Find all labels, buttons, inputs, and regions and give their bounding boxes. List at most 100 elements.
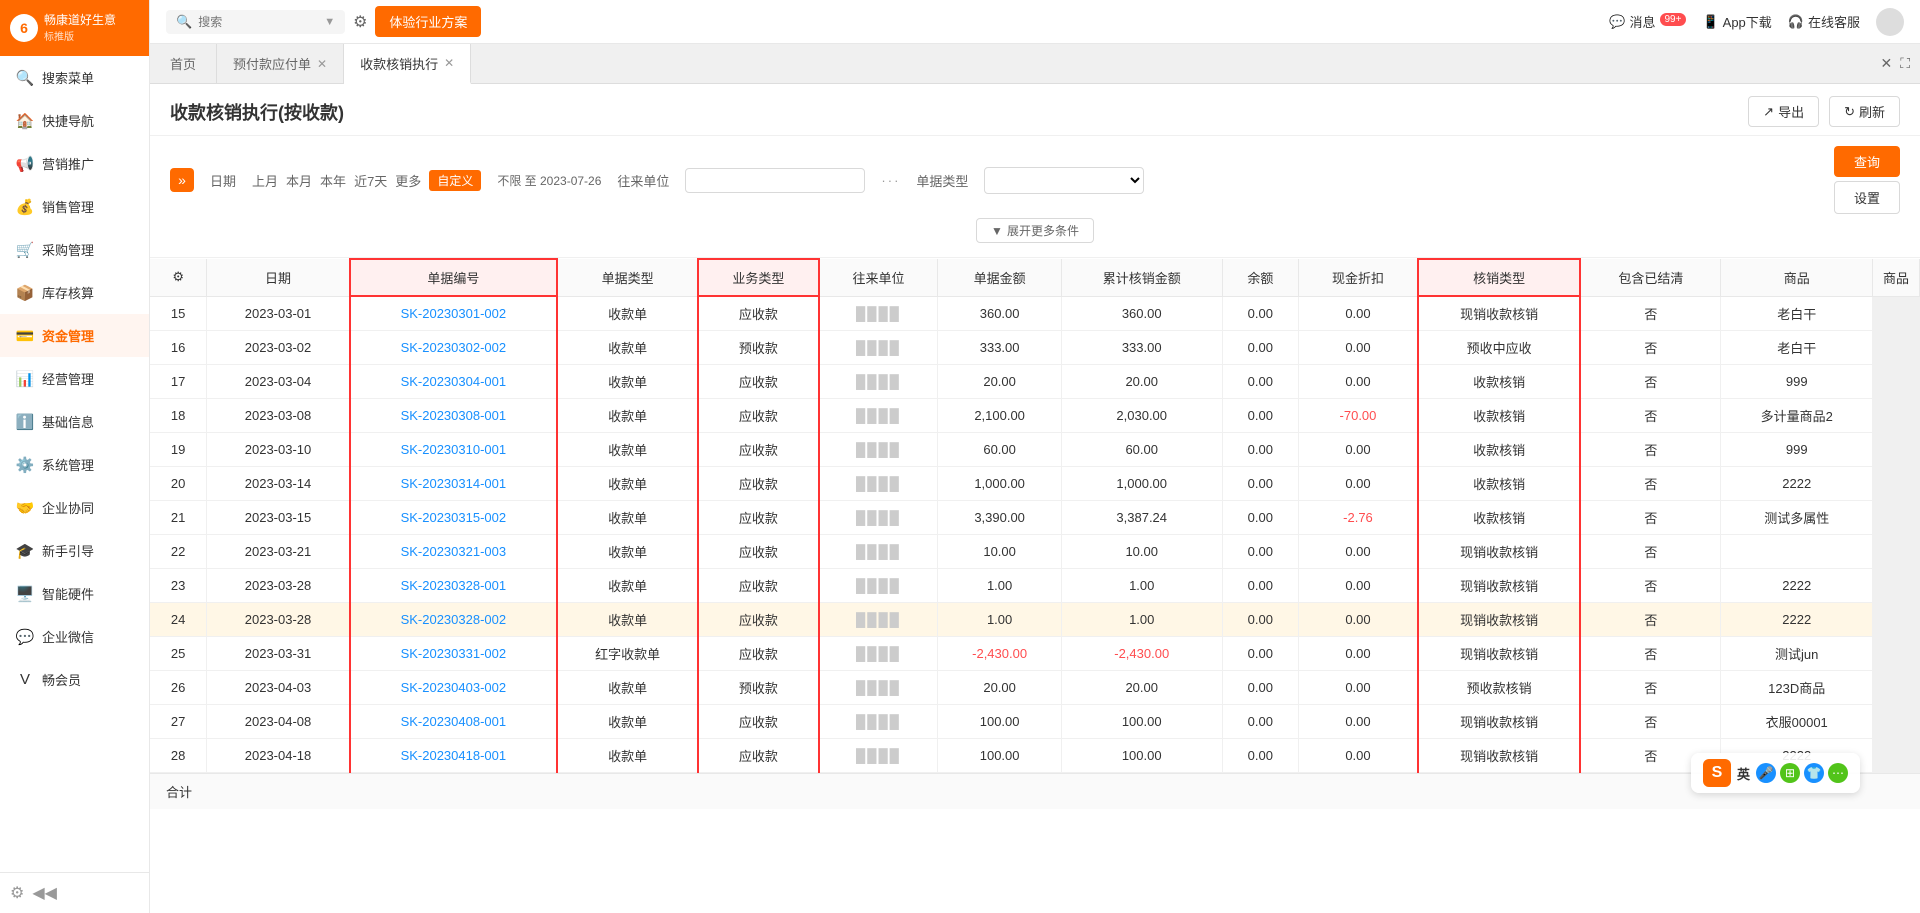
- cell-goods2: [1872, 365, 1919, 399]
- date-7days-link[interactable]: 近7天: [354, 171, 387, 190]
- sidebar-item-sales[interactable]: 💰 销售管理: [0, 185, 149, 228]
- cell-doc-type: 收款单: [557, 467, 698, 501]
- sidebar-item-basic[interactable]: ℹ️ 基础信息: [0, 400, 149, 443]
- cell-doc-no[interactable]: SK-20230308-001: [350, 399, 557, 433]
- sidebar-item-corp[interactable]: 🤝 企业协同: [0, 486, 149, 529]
- cell-goods2: [1872, 603, 1919, 637]
- refresh-button[interactable]: ↻ 刷新: [1829, 96, 1900, 127]
- message-item[interactable]: 💬 消息 99+: [1609, 12, 1686, 31]
- collapse-icon[interactable]: ◀◀: [32, 883, 57, 903]
- tab-home[interactable]: 首页: [150, 44, 217, 83]
- filter-ellipsis[interactable]: ···: [881, 173, 900, 188]
- cell-no: 16: [150, 331, 207, 365]
- cell-doc-no[interactable]: SK-20230314-001: [350, 467, 557, 501]
- cell-doc-no[interactable]: SK-20230418-001: [350, 739, 557, 773]
- cell-discount: 0.00: [1299, 467, 1418, 501]
- sidebar-item-finance[interactable]: 💳 资金管理: [0, 314, 149, 357]
- query-button[interactable]: 查询: [1834, 146, 1900, 177]
- export-button[interactable]: ↗ 导出: [1748, 96, 1819, 127]
- date-this-month-link[interactable]: 本月: [286, 171, 312, 190]
- date-this-year-link[interactable]: 本年: [320, 171, 346, 190]
- sidebar-item-sales-label: 销售管理: [42, 197, 94, 216]
- tab-prepay[interactable]: 预付款应付单 ✕: [217, 44, 344, 83]
- topbar-search-input[interactable]: [198, 15, 318, 29]
- topbar-gear-icon[interactable]: ⚙: [353, 12, 367, 32]
- more-icon[interactable]: ⋯: [1828, 763, 1848, 783]
- col-settings[interactable]: ⚙: [150, 259, 207, 296]
- cell-amount: 2,100.00: [938, 399, 1061, 433]
- sidebar-item-search-label: 搜索菜单: [42, 68, 94, 87]
- app-download-item[interactable]: 📱 App下载: [1702, 12, 1771, 31]
- cell-balance: 0.00: [1222, 603, 1298, 637]
- sidebar-item-inventory-label: 库存核算: [42, 283, 94, 302]
- cell-doc-no[interactable]: SK-20230321-003: [350, 535, 557, 569]
- industry-solution-button[interactable]: 体验行业方案: [375, 6, 481, 37]
- sidebar-item-search[interactable]: 🔍 搜索菜单: [0, 56, 149, 99]
- cell-settled: 否: [1580, 603, 1721, 637]
- cell-doc-no[interactable]: SK-20230315-002: [350, 501, 557, 535]
- cell-doc-no[interactable]: SK-20230328-001: [350, 569, 557, 603]
- cell-goods2: [1872, 433, 1919, 467]
- sidebar-item-quicknav[interactable]: 🏠 快捷导航: [0, 99, 149, 142]
- cell-doc-no[interactable]: SK-20230403-002: [350, 671, 557, 705]
- cell-partner: ████: [819, 331, 938, 365]
- col-cancel-type: 核销类型: [1418, 259, 1580, 296]
- sidebar-item-operation[interactable]: 📊 经营管理: [0, 357, 149, 400]
- cell-cancel-amount: 10.00: [1061, 535, 1222, 569]
- cell-doc-no[interactable]: SK-20230328-002: [350, 603, 557, 637]
- filter-settings-button[interactable]: 设置: [1834, 181, 1900, 214]
- date-last-month-link[interactable]: 上月: [252, 171, 278, 190]
- cell-cancel-amount: 360.00: [1061, 296, 1222, 331]
- sidebar-item-basic-label: 基础信息: [42, 412, 94, 431]
- grid-icon[interactable]: ⊞: [1780, 763, 1800, 783]
- tab-maximize-icon[interactable]: ⛶: [1900, 55, 1910, 72]
- expand-more-button[interactable]: ▼ 展开更多条件: [976, 218, 1094, 243]
- finance-icon: 💳: [16, 327, 34, 345]
- cell-cancel-amount: 1.00: [1061, 569, 1222, 603]
- doc-type-filter-select[interactable]: [984, 167, 1144, 194]
- tab-collection-close-icon[interactable]: ✕: [444, 56, 454, 70]
- sidebar-item-inventory[interactable]: 📦 库存核算: [0, 271, 149, 314]
- cell-doc-no[interactable]: SK-20230301-002: [350, 296, 557, 331]
- cell-cancel-amount: 3,387.24: [1061, 501, 1222, 535]
- sidebar-item-wechat[interactable]: 💬 企业微信: [0, 615, 149, 658]
- sidebar-item-purchase-label: 采购管理: [42, 240, 94, 259]
- topbar-brand: 🔍 ▼ ⚙ 体验行业方案: [166, 6, 1597, 37]
- cell-doc-no[interactable]: SK-20230408-001: [350, 705, 557, 739]
- settings-bottom-icon[interactable]: ⚙: [10, 883, 24, 903]
- sidebar-item-hardware[interactable]: 🖥️ 智能硬件: [0, 572, 149, 615]
- online-service-item[interactable]: 🎧 在线客服: [1788, 12, 1860, 31]
- cell-biz-type: 预收款: [698, 331, 818, 365]
- cell-no: 17: [150, 365, 207, 399]
- partner-filter-input[interactable]: [685, 168, 865, 193]
- tab-close-all-icon[interactable]: ✕: [1880, 55, 1892, 72]
- sidebar-item-finance-label: 资金管理: [42, 326, 94, 345]
- tab-prepay-close-icon[interactable]: ✕: [317, 57, 327, 71]
- date-custom-button[interactable]: 自定义: [429, 170, 481, 191]
- cell-doc-no[interactable]: SK-20230331-002: [350, 637, 557, 671]
- filter-expand-button[interactable]: »: [170, 168, 194, 192]
- sidebar-item-marketing[interactable]: 📢 营销推广: [0, 142, 149, 185]
- table-container[interactable]: ⚙ 日期 单据编号 单据类型 业务类型 往来单位 单据金额 累计核销金额 余额 …: [150, 258, 1920, 913]
- tab-collection[interactable]: 收款核销执行 ✕: [344, 44, 471, 84]
- date-more-link[interactable]: 更多: [395, 171, 421, 190]
- cell-doc-no[interactable]: SK-20230310-001: [350, 433, 557, 467]
- sidebar-item-guide[interactable]: 🎓 新手引导: [0, 529, 149, 572]
- user-avatar[interactable]: [1876, 8, 1904, 36]
- shirt-icon[interactable]: 👕: [1804, 763, 1824, 783]
- date-filter-label: 日期: [210, 171, 236, 190]
- cell-cancel-amount: 1.00: [1061, 603, 1222, 637]
- sidebar-item-member[interactable]: V 畅会员: [0, 658, 149, 701]
- cell-balance: 0.00: [1222, 467, 1298, 501]
- logo-sub: 标推版: [44, 28, 116, 43]
- cell-date: 2023-03-21: [207, 535, 350, 569]
- cell-doc-type: 收款单: [557, 296, 698, 331]
- search-icon: 🔍: [16, 69, 34, 87]
- table-row: 282023-04-18SK-20230418-001收款单应收款████100…: [150, 739, 1920, 773]
- mic-icon[interactable]: 🎤: [1756, 763, 1776, 783]
- cell-doc-no[interactable]: SK-20230302-002: [350, 331, 557, 365]
- sidebar-item-system[interactable]: ⚙️ 系统管理: [0, 443, 149, 486]
- topbar-search-box[interactable]: 🔍 ▼: [166, 10, 345, 34]
- cell-doc-no[interactable]: SK-20230304-001: [350, 365, 557, 399]
- sidebar-item-purchase[interactable]: 🛒 采购管理: [0, 228, 149, 271]
